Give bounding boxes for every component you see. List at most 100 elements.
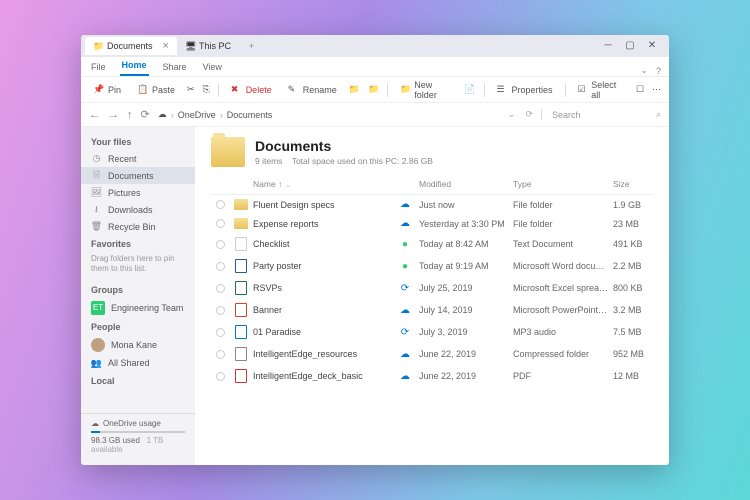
- help-icon[interactable]: ?: [656, 66, 661, 76]
- table-row[interactable]: Banner☁July 14, 2019Microsoft PowerPoint…: [211, 299, 653, 321]
- sidebar-heading-groups: Groups: [81, 281, 195, 298]
- breadcrumb-current[interactable]: Documents: [227, 110, 273, 120]
- status-icon: ●: [395, 239, 415, 250]
- search-placeholder: Search: [552, 110, 581, 120]
- checkbox[interactable]: [216, 372, 225, 381]
- checkbox[interactable]: [216, 262, 225, 271]
- people-icon: 👥: [91, 358, 102, 369]
- zip-icon: [235, 347, 247, 361]
- properties-button[interactable]: ☰Properties: [493, 82, 557, 98]
- file-name: IntelligentEdge_deck_basic: [253, 371, 391, 381]
- new-folder-button[interactable]: 📁New folder: [396, 78, 456, 102]
- cut-icon[interactable]: ✂: [187, 84, 195, 95]
- x-icon: ✖: [231, 84, 243, 96]
- breadcrumb-root[interactable]: OneDrive: [178, 110, 216, 120]
- tab-thispc[interactable]: 🖥 This PC: [177, 38, 239, 54]
- page-title: Documents: [255, 138, 433, 154]
- file-size: 12 MB: [613, 371, 653, 381]
- sidebar-item-downloads[interactable]: ⭳Downloads: [81, 201, 195, 218]
- file-type: MP3 audio: [513, 327, 609, 337]
- rename-button[interactable]: ✎Rename: [284, 82, 341, 98]
- table-row[interactable]: IntelligentEdge_deck_basic☁June 22, 2019…: [211, 365, 653, 387]
- checkbox[interactable]: [216, 200, 225, 209]
- sidebar-heading-favorites: Favorites: [81, 235, 195, 252]
- move-icon[interactable]: 📁: [349, 84, 360, 95]
- col-type[interactable]: Type: [513, 179, 609, 190]
- sidebar-item-recycle[interactable]: 🗑Recycle Bin: [81, 218, 195, 235]
- checkbox[interactable]: [216, 240, 225, 249]
- file-size: 23 MB: [613, 219, 653, 229]
- file-modified: Today at 8:42 AM: [419, 239, 509, 249]
- checkbox[interactable]: [216, 284, 225, 293]
- maximize-button[interactable]: ▢: [625, 41, 635, 51]
- copy-icon[interactable]: ⎘: [203, 84, 210, 95]
- team-avatar: ET: [91, 301, 105, 315]
- chevron-down-icon[interactable]: ⌄: [640, 65, 648, 76]
- tab-documents[interactable]: 📁 Documents ×: [85, 37, 177, 55]
- tab-label: This PC: [199, 41, 231, 51]
- delete-button[interactable]: ✖Delete: [227, 82, 276, 98]
- paste-button[interactable]: 📋Paste: [133, 82, 179, 98]
- forward-button[interactable]: →: [108, 109, 119, 121]
- file-type: Microsoft Word docum…: [513, 261, 609, 271]
- select-none-icon[interactable]: ☐: [636, 84, 644, 95]
- sidebar-item-person[interactable]: Mona Kane: [81, 335, 195, 355]
- tab-close-icon[interactable]: ×: [163, 40, 169, 52]
- menu-home[interactable]: Home: [120, 57, 149, 76]
- file-modified: July 3, 2019: [419, 327, 509, 337]
- pin-button[interactable]: 📌Pin: [89, 82, 125, 98]
- table-row[interactable]: Checklist●Today at 8:42 AMText Document4…: [211, 233, 653, 255]
- file-modified: June 22, 2019: [419, 349, 509, 359]
- sidebar-usage: ☁OneDrive usage 98.3 GB used 1 TB availa…: [81, 413, 195, 459]
- table-row[interactable]: Fluent Design specs☁Just nowFile folder1…: [211, 195, 653, 214]
- sidebar-item-team[interactable]: ETEngineering Team: [81, 298, 195, 318]
- checkbox[interactable]: [216, 328, 225, 337]
- col-name[interactable]: Name ↑ ⌄: [253, 179, 391, 190]
- checkbox[interactable]: [216, 306, 225, 315]
- col-size[interactable]: Size: [613, 179, 653, 190]
- file-size: 491 KB: [613, 239, 653, 249]
- checkbox[interactable]: [216, 219, 225, 228]
- new-tab-button[interactable]: +: [239, 41, 264, 51]
- select-all-button[interactable]: ☑Select all: [573, 78, 627, 102]
- table-row[interactable]: RSVPs⟳July 25, 2019Microsoft Excel sprea…: [211, 277, 653, 299]
- refresh-button[interactable]: ⟳: [141, 108, 150, 121]
- file-list: Fluent Design specs☁Just nowFile folder1…: [211, 195, 653, 387]
- refresh-icon[interactable]: ⟳: [525, 109, 533, 120]
- minimize-button[interactable]: ─: [603, 41, 613, 51]
- table-row[interactable]: IntelligentEdge_resources☁June 22, 2019C…: [211, 343, 653, 365]
- menu-file[interactable]: File: [89, 59, 108, 76]
- breadcrumb[interactable]: ☁ › OneDrive › Documents ⌄ ⟳: [158, 109, 533, 120]
- back-button[interactable]: ←: [89, 109, 100, 121]
- status-icon: ⟳: [395, 327, 415, 338]
- sidebar-item-shared[interactable]: 👥All Shared: [81, 355, 195, 372]
- document-icon: 🗎: [91, 170, 102, 181]
- table-row[interactable]: 01 Paradise⟳July 3, 2019MP3 audio7.5 MB: [211, 321, 653, 343]
- clipboard-icon: 📋: [137, 84, 149, 96]
- chevron-down-icon[interactable]: ⌄: [508, 109, 516, 120]
- table-row[interactable]: Party poster●Today at 9:19 AMMicrosoft W…: [211, 255, 653, 277]
- close-button[interactable]: ✕: [647, 41, 657, 51]
- folder-large-icon: [211, 137, 245, 167]
- word-icon: [235, 259, 247, 273]
- file-name: IntelligentEdge_resources: [253, 349, 391, 359]
- col-modified[interactable]: Modified: [419, 179, 509, 190]
- copy-to-icon[interactable]: 📁: [368, 84, 379, 95]
- new-item-icon[interactable]: 📄: [464, 84, 475, 95]
- up-button[interactable]: ↑: [127, 109, 133, 121]
- file-modified: Just now: [419, 200, 509, 210]
- file-icon: [235, 237, 247, 251]
- file-modified: Today at 9:19 AM: [419, 261, 509, 271]
- sidebar-item-documents[interactable]: 🗎Documents: [81, 167, 195, 184]
- table-row[interactable]: Expense reports☁Yesterday at 3:30 PMFile…: [211, 214, 653, 233]
- select-all-icon: ☑: [577, 84, 588, 96]
- file-name: Party poster: [253, 261, 391, 271]
- sidebar-item-recent[interactable]: ◷Recent: [81, 150, 195, 167]
- sidebar-item-pictures[interactable]: 🖼Pictures: [81, 184, 195, 201]
- search-box[interactable]: Search ⌕: [541, 109, 661, 120]
- more-icon[interactable]: ⋯: [652, 84, 661, 95]
- checkbox[interactable]: [216, 350, 225, 359]
- status-icon: ☁: [395, 218, 415, 229]
- menu-view[interactable]: View: [201, 59, 224, 76]
- menu-share[interactable]: Share: [161, 59, 189, 76]
